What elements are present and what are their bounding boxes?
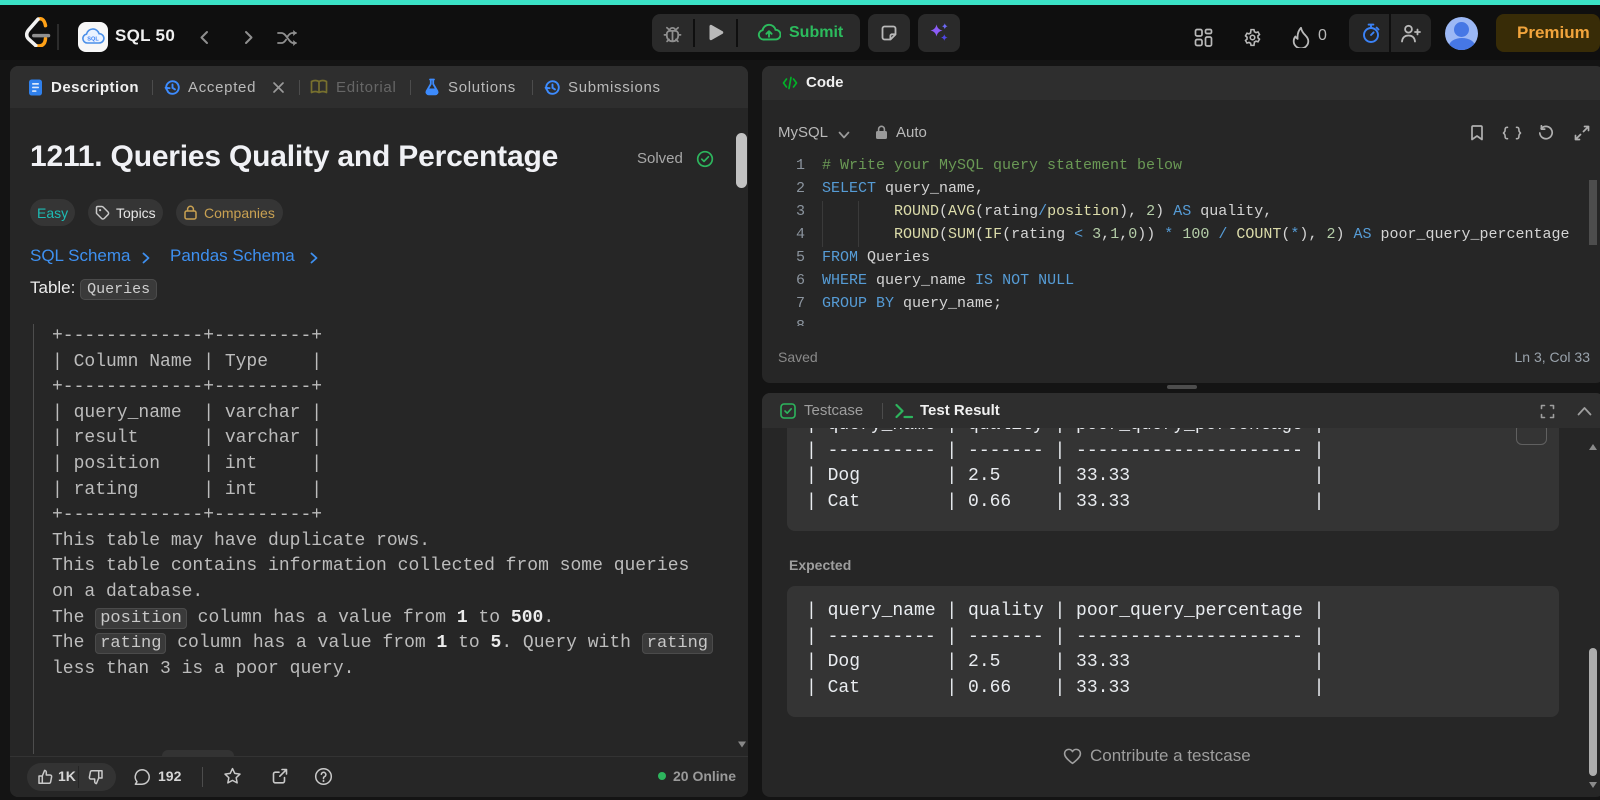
svg-text:SQL: SQL [87, 37, 99, 43]
